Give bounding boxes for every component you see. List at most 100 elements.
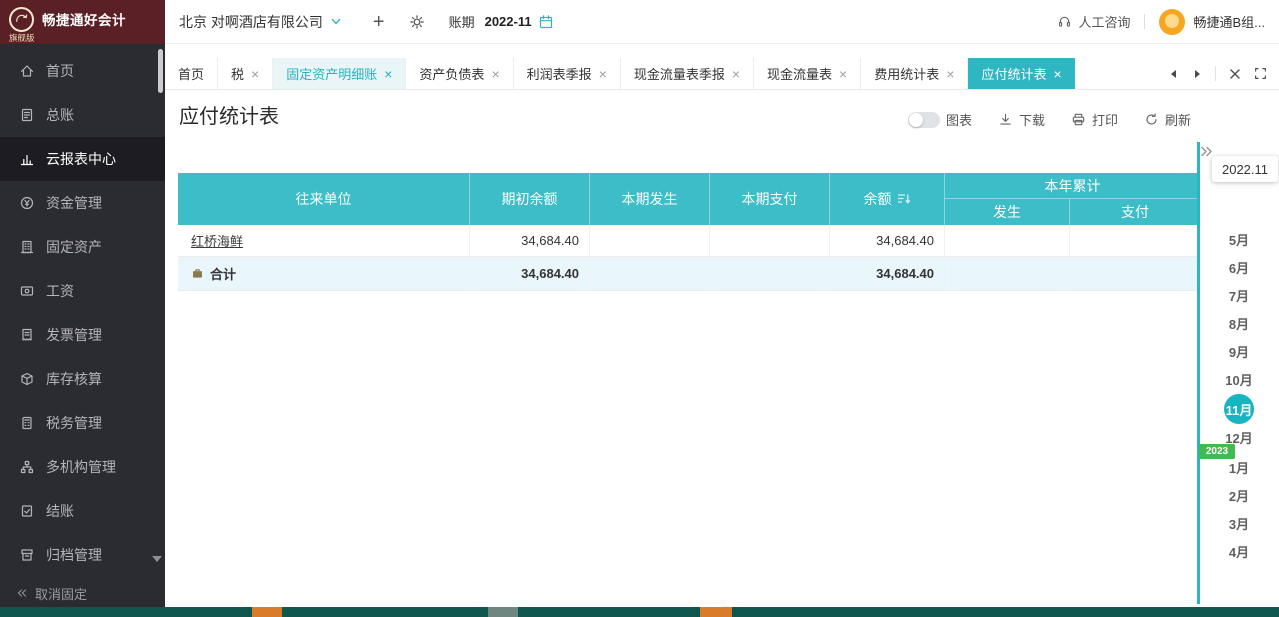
table-row: 红桥海鲜 34,684.40 34,684.40 [178, 225, 1200, 257]
sidebar-item-multi-org[interactable]: 多机构管理 [0, 445, 165, 489]
company-selector[interactable]: 北京 对啊酒店有限公司 [179, 12, 341, 32]
sidebar-item-funds[interactable]: 资金管理 [0, 181, 165, 225]
sidebar-item-invoice[interactable]: 发票管理 [0, 313, 165, 357]
download-button[interactable]: 下载 [998, 110, 1045, 129]
tab-balance-sheet[interactable]: 资产负债表 × [406, 58, 514, 89]
user-name[interactable]: 畅捷通B组... [1193, 12, 1265, 31]
close-icon[interactable]: × [599, 67, 607, 81]
refresh-label: 刷新 [1164, 113, 1191, 128]
month-item-october[interactable]: 10月 [1204, 370, 1274, 389]
total-current-paid [710, 257, 830, 290]
sidebar-item-tax[interactable]: 税务管理 [0, 401, 165, 445]
month-item-april[interactable]: 4月 [1204, 542, 1274, 561]
close-icon[interactable]: × [946, 67, 954, 81]
close-icon[interactable]: × [732, 67, 740, 81]
month-item-july[interactable]: 7月 [1204, 286, 1274, 305]
partner-link[interactable]: 红桥海鲜 [191, 231, 243, 250]
app-logo: 畅捷通好会计 旗舰版 [0, 0, 165, 44]
tab-label: 利润表季报 [526, 67, 592, 82]
chart-toggle[interactable]: 图表 [907, 110, 972, 129]
tab-scroll-left-button[interactable] [1169, 69, 1179, 79]
collapse-date-panel-icon[interactable] [1200, 145, 1213, 158]
close-icon[interactable]: × [384, 67, 392, 81]
top-bar: 北京 对啊酒店有限公司 + 账期 2022-11 人工咨询 畅捷通B组... [165, 0, 1279, 44]
sidebar-item-inventory[interactable]: 库存核算 [0, 357, 165, 401]
taskbar-item[interactable] [488, 607, 518, 617]
month-item-january[interactable]: 1月 [1204, 458, 1274, 477]
calendar-icon[interactable] [538, 14, 554, 30]
tab-label: 首页 [178, 67, 205, 82]
close-icon[interactable]: × [839, 67, 847, 81]
sidebar-item-report-center[interactable]: 云报表中心 [0, 137, 165, 181]
tab-tax[interactable]: 税 × [218, 58, 274, 89]
sidebar-item-salary[interactable]: 工资 [0, 269, 165, 313]
close-icon[interactable]: × [491, 67, 499, 81]
column-header-ytd-incurred: 发生 [945, 199, 1070, 225]
table-total-row: 合计 34,684.40 34,684.40 [178, 257, 1200, 291]
cell-ytd-paid [1070, 225, 1200, 256]
report-toolbar: 图表 下载 打印 刷新 [907, 110, 1191, 129]
unpin-sidebar-button[interactable]: 取消固定 [0, 579, 165, 607]
print-button[interactable]: 打印 [1071, 110, 1118, 129]
close-icon[interactable]: × [1053, 67, 1061, 81]
sidebar-item-archive[interactable]: 归档管理 [0, 533, 165, 577]
sidebar-item-label: 云报表中心 [46, 151, 116, 167]
sidebar-item-label: 结账 [46, 503, 74, 519]
taskbar-item[interactable] [700, 607, 732, 617]
taskbar-item[interactable] [252, 607, 282, 617]
download-icon [1000, 113, 1011, 125]
chart-toggle-label: 图表 [945, 113, 972, 128]
refresh-button[interactable]: 刷新 [1144, 110, 1191, 129]
month-item-august[interactable]: 8月 [1204, 314, 1274, 333]
month-item-february[interactable]: 2月 [1204, 486, 1274, 505]
chevron-down-icon [331, 18, 341, 25]
sidebar-item-home[interactable]: 首页 [0, 49, 165, 93]
sidebar-item-label: 库存核算 [46, 371, 102, 387]
sidebar-item-fixed-assets[interactable]: 固定资产 [0, 225, 165, 269]
sort-descending-icon[interactable] [897, 193, 911, 205]
multi-org-icon [20, 460, 34, 474]
tab-label: 费用统计表 [874, 67, 940, 82]
sidebar-scrollbar-thumb[interactable] [158, 49, 163, 93]
tab-scroll-right-button[interactable] [1192, 69, 1202, 79]
logo-icon [9, 7, 34, 32]
month-item-may[interactable]: 5月 [1204, 230, 1274, 249]
tab-label: 税 [231, 67, 245, 82]
tab-label: 资产负债表 [419, 67, 485, 82]
tab-payable-statistics[interactable]: 应付统计表 × [968, 58, 1075, 89]
tab-cashflow-quarterly[interactable]: 现金流量表季报 × [621, 58, 755, 89]
ledger-icon [21, 108, 33, 122]
month-item-november-active[interactable]: 11月 [1224, 394, 1254, 424]
tab-expense-statistics[interactable]: 费用统计表 × [861, 58, 969, 89]
fullscreen-icon[interactable] [1254, 67, 1267, 80]
toggle-switch[interactable] [907, 111, 940, 128]
avatar[interactable] [1159, 8, 1186, 35]
gear-icon[interactable] [409, 14, 425, 30]
app-window: 畅捷通好会计 旗舰版 北京 对啊酒店有限公司 + 账期 2022-11 人工咨询… [0, 0, 1279, 617]
report-center-icon [20, 154, 34, 166]
consult-button[interactable]: 人工咨询 [1057, 12, 1130, 31]
month-item-september[interactable]: 9月 [1204, 342, 1274, 361]
close-all-tabs-icon[interactable] [1229, 68, 1241, 80]
month-item-march[interactable]: 3月 [1204, 514, 1274, 533]
period-value[interactable]: 2022-11 [485, 14, 532, 29]
current-period-box[interactable]: 2022.11 [1212, 156, 1278, 182]
sidebar-item-label: 固定资产 [46, 239, 102, 255]
cell-opening-balance: 34,684.40 [470, 225, 590, 256]
sidebar-item-closing[interactable]: 结账 [0, 489, 165, 533]
print-icon [1072, 113, 1085, 126]
payable-statistics-table: 往来单位 期初余额 本期发生 本期支付 余额 本年累计 发生 支付 红桥海鲜 3… [178, 173, 1200, 291]
month-item-june[interactable]: 6月 [1204, 258, 1274, 277]
tab-home[interactable]: 首页 [165, 58, 219, 89]
tab-fixed-asset-detail-ledger[interactable]: 固定资产明细账 × [273, 58, 407, 89]
close-icon[interactable]: × [251, 67, 259, 81]
tab-income-statement-quarterly[interactable]: 利润表季报 × [514, 58, 621, 89]
collapse-left-icon [17, 589, 27, 597]
sidebar-item-general-ledger[interactable]: 总账 [0, 93, 165, 137]
sidebar-scroll-down-icon[interactable] [152, 556, 162, 562]
tab-cashflow[interactable]: 现金流量表 × [754, 58, 862, 89]
home-icon [20, 65, 34, 77]
column-header-balance[interactable]: 余额 [830, 173, 945, 225]
add-account-set-button[interactable]: + [373, 12, 385, 32]
cell-ytd-incurred [945, 225, 1070, 256]
